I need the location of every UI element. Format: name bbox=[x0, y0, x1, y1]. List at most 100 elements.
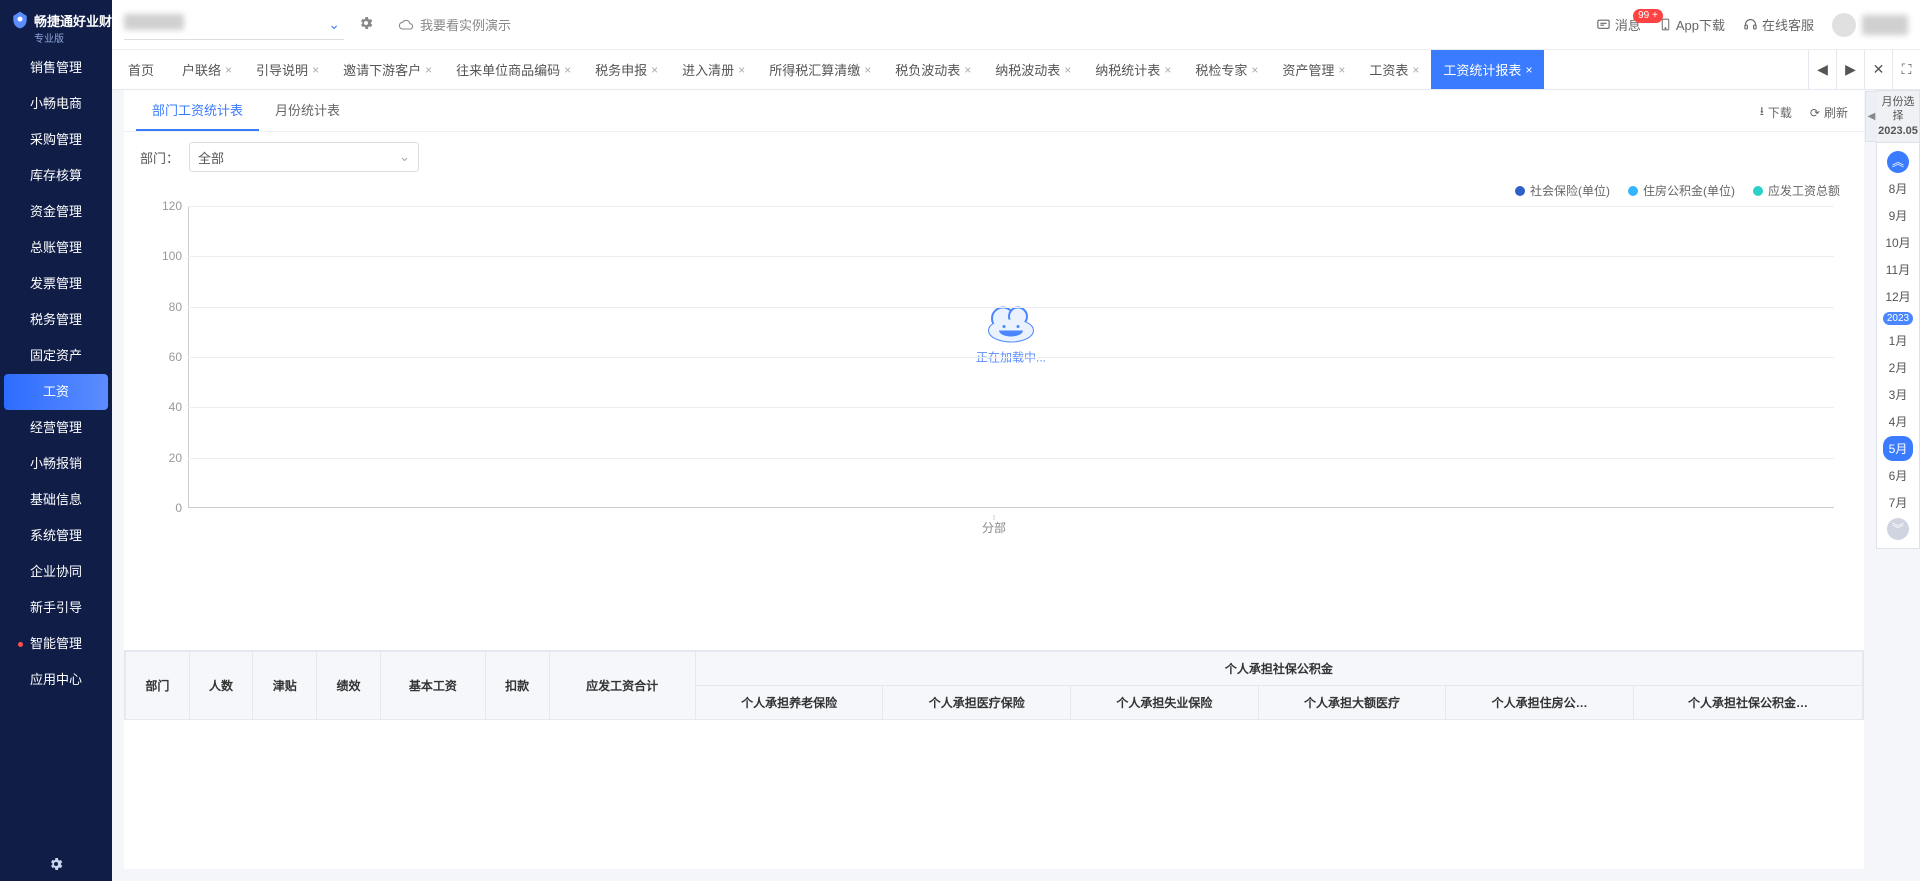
demo-link[interactable]: 我要看实例演示 bbox=[398, 15, 511, 34]
tab-14[interactable]: 工资统计报表× bbox=[1431, 50, 1544, 89]
department-select[interactable]: 全部 ⌄ bbox=[189, 142, 419, 172]
tab-1[interactable]: 户联络× bbox=[170, 50, 244, 89]
headset-icon bbox=[1743, 17, 1758, 32]
tab-8[interactable]: 税负波动表× bbox=[883, 50, 983, 89]
sidebar-item-3[interactable]: 库存核算 bbox=[0, 158, 112, 194]
sidebar-item-7[interactable]: 税务管理 bbox=[0, 302, 112, 338]
tab-3[interactable]: 邀请下游客户× bbox=[331, 50, 444, 89]
month-scroll-up-button[interactable]: ︽ bbox=[1887, 151, 1909, 173]
sidebar-item-4[interactable]: 资金管理 bbox=[0, 194, 112, 230]
rail-month-9[interactable]: 5月 bbox=[1883, 436, 1913, 461]
rail-month-6[interactable]: 2月 bbox=[1883, 355, 1913, 380]
legend-item-2[interactable]: 应发工资总额 bbox=[1753, 182, 1840, 199]
tab-close-icon[interactable]: × bbox=[651, 63, 658, 77]
tab-10[interactable]: 纳税统计表× bbox=[1083, 50, 1183, 89]
tab-2[interactable]: 引导说明× bbox=[244, 50, 331, 89]
refresh-button[interactable]: ⟳刷新 bbox=[1810, 102, 1848, 123]
sidebar-item-17[interactable]: 应用中心 bbox=[0, 662, 112, 698]
app-download-button[interactable]: App下载 bbox=[1659, 15, 1725, 34]
sidebar-item-2[interactable]: 采购管理 bbox=[0, 122, 112, 158]
sidebar-item-15[interactable]: 新手引导 bbox=[0, 590, 112, 626]
sidebar-item-9[interactable]: 工资 bbox=[4, 374, 108, 410]
subtab-1[interactable]: 月份统计表 bbox=[259, 90, 356, 131]
table-subheader: 个人承担养老保险 bbox=[695, 686, 883, 720]
data-table: 部门人数津贴绩效基本工资扣款应发工资合计个人承担社保公积金个人承担养老保险个人承… bbox=[124, 650, 1864, 720]
tab-close-icon[interactable]: × bbox=[964, 63, 971, 77]
download-icon: ⭳ bbox=[1760, 102, 1764, 123]
sidebar-item-10[interactable]: 经营管理 bbox=[0, 410, 112, 446]
tab-close-icon[interactable]: × bbox=[564, 63, 571, 77]
rail-month-2[interactable]: 10月 bbox=[1883, 230, 1913, 255]
subtab-0[interactable]: 部门工资统计表 bbox=[136, 90, 259, 131]
chevron-down-icon: ⌄ bbox=[399, 149, 410, 165]
tab-13[interactable]: 工资表× bbox=[1357, 50, 1431, 89]
tab-close-icon[interactable]: × bbox=[738, 63, 745, 77]
sidebar-settings-icon[interactable] bbox=[0, 856, 112, 875]
table-header: 基本工资 bbox=[380, 652, 485, 720]
month-scroll-down-button[interactable]: ︾ bbox=[1887, 518, 1909, 540]
sidebar-item-14[interactable]: 企业协同 bbox=[0, 554, 112, 590]
tab-4[interactable]: 往来单位商品编码× bbox=[444, 50, 583, 89]
tab-close-icon[interactable]: × bbox=[1064, 63, 1071, 77]
tabs-prev-button[interactable]: ◀ bbox=[1808, 50, 1836, 89]
brand-logo: 畅捷通好业财 专业版 bbox=[0, 0, 112, 50]
sidebar-item-11[interactable]: 小畅报销 bbox=[0, 446, 112, 482]
user-menu[interactable] bbox=[1832, 13, 1908, 37]
customer-service-button[interactable]: 在线客服 bbox=[1743, 15, 1814, 34]
tabs-next-button[interactable]: ▶ bbox=[1836, 50, 1864, 89]
rail-month-7[interactable]: 3月 bbox=[1883, 382, 1913, 407]
sidebar-item-1[interactable]: 小畅电商 bbox=[0, 86, 112, 122]
topbar: ⌄ 我要看实例演示 消息 99 + App下载 在线客服 bbox=[112, 0, 1920, 50]
sidebar-item-5[interactable]: 总账管理 bbox=[0, 230, 112, 266]
sidebar-item-6[interactable]: 发票管理 bbox=[0, 266, 112, 302]
tab-11[interactable]: 税检专家× bbox=[1183, 50, 1270, 89]
sidebar-item-13[interactable]: 系统管理 bbox=[0, 518, 112, 554]
chart-body: 020406080100120 正在加载中... bbox=[188, 206, 1834, 508]
sidebar: 畅捷通好业财 专业版 销售管理小畅电商采购管理库存核算资金管理总账管理发票管理税… bbox=[0, 0, 112, 881]
tabs-close-button[interactable]: ✕ bbox=[1864, 50, 1892, 89]
rail-month-0[interactable]: 8月 bbox=[1883, 176, 1913, 201]
sidebar-item-0[interactable]: 销售管理 bbox=[0, 50, 112, 86]
tab-7[interactable]: 所得税汇算清缴× bbox=[757, 50, 883, 89]
rail-month-10[interactable]: 6月 bbox=[1883, 463, 1913, 488]
tab-close-icon[interactable]: × bbox=[1251, 63, 1258, 77]
rail-month-11[interactable]: 7月 bbox=[1883, 490, 1913, 515]
tab-close-icon[interactable]: × bbox=[1525, 63, 1532, 77]
rail-month-1[interactable]: 9月 bbox=[1883, 203, 1913, 228]
rail-month-4[interactable]: 12月 bbox=[1883, 284, 1913, 309]
rail-month-8[interactable]: 4月 bbox=[1883, 409, 1913, 434]
tab-close-icon[interactable]: × bbox=[1164, 63, 1171, 77]
messages-button[interactable]: 消息 99 + bbox=[1596, 15, 1641, 34]
rail-month-5[interactable]: 1月 bbox=[1883, 328, 1913, 353]
fullscreen-button[interactable]: ⛶ bbox=[1892, 50, 1920, 89]
tab-5[interactable]: 税务申报× bbox=[583, 50, 670, 89]
chart-area: 社会保险(单位) 住房公积金(单位) 应发工资总额 020406080100120 … bbox=[148, 182, 1840, 542]
sidebar-item-8[interactable]: 固定资产 bbox=[0, 338, 112, 374]
tab-6[interactable]: 进入清册× bbox=[670, 50, 757, 89]
tab-12[interactable]: 资产管理× bbox=[1270, 50, 1357, 89]
sidebar-item-16[interactable]: 智能管理 bbox=[0, 626, 112, 662]
table-header: 津贴 bbox=[253, 652, 317, 720]
rail-collapse-button[interactable]: ◀ bbox=[1865, 91, 1877, 142]
legend-item-0[interactable]: 社会保险(单位) bbox=[1515, 182, 1610, 199]
download-button[interactable]: ⭳下载 bbox=[1760, 102, 1792, 123]
table-header: 扣款 bbox=[485, 652, 549, 720]
y-tick: 100 bbox=[162, 249, 182, 263]
filter-row: 部门： 全部 ⌄ bbox=[124, 132, 1864, 182]
table-header-group: 个人承担社保公积金 bbox=[695, 652, 1862, 686]
tab-close-icon[interactable]: × bbox=[1338, 63, 1345, 77]
rail-month-3[interactable]: 11月 bbox=[1883, 257, 1913, 282]
tab-close-icon[interactable]: × bbox=[312, 63, 319, 77]
tab-close-icon[interactable]: × bbox=[425, 63, 432, 77]
sidebar-item-12[interactable]: 基础信息 bbox=[0, 482, 112, 518]
tab-9[interactable]: 纳税波动表× bbox=[983, 50, 1083, 89]
org-settings-icon[interactable] bbox=[358, 15, 374, 34]
tab-close-icon[interactable]: × bbox=[225, 63, 232, 77]
tab-0[interactable]: 首页 bbox=[112, 50, 170, 89]
legend-item-1[interactable]: 住房公积金(单位) bbox=[1628, 182, 1735, 199]
filter-label: 部门： bbox=[140, 148, 179, 167]
org-selector[interactable]: ⌄ bbox=[124, 10, 344, 40]
tab-close-icon[interactable]: × bbox=[1412, 63, 1419, 77]
tab-close-icon[interactable]: × bbox=[864, 63, 871, 77]
customer-service-label: 在线客服 bbox=[1762, 15, 1814, 34]
